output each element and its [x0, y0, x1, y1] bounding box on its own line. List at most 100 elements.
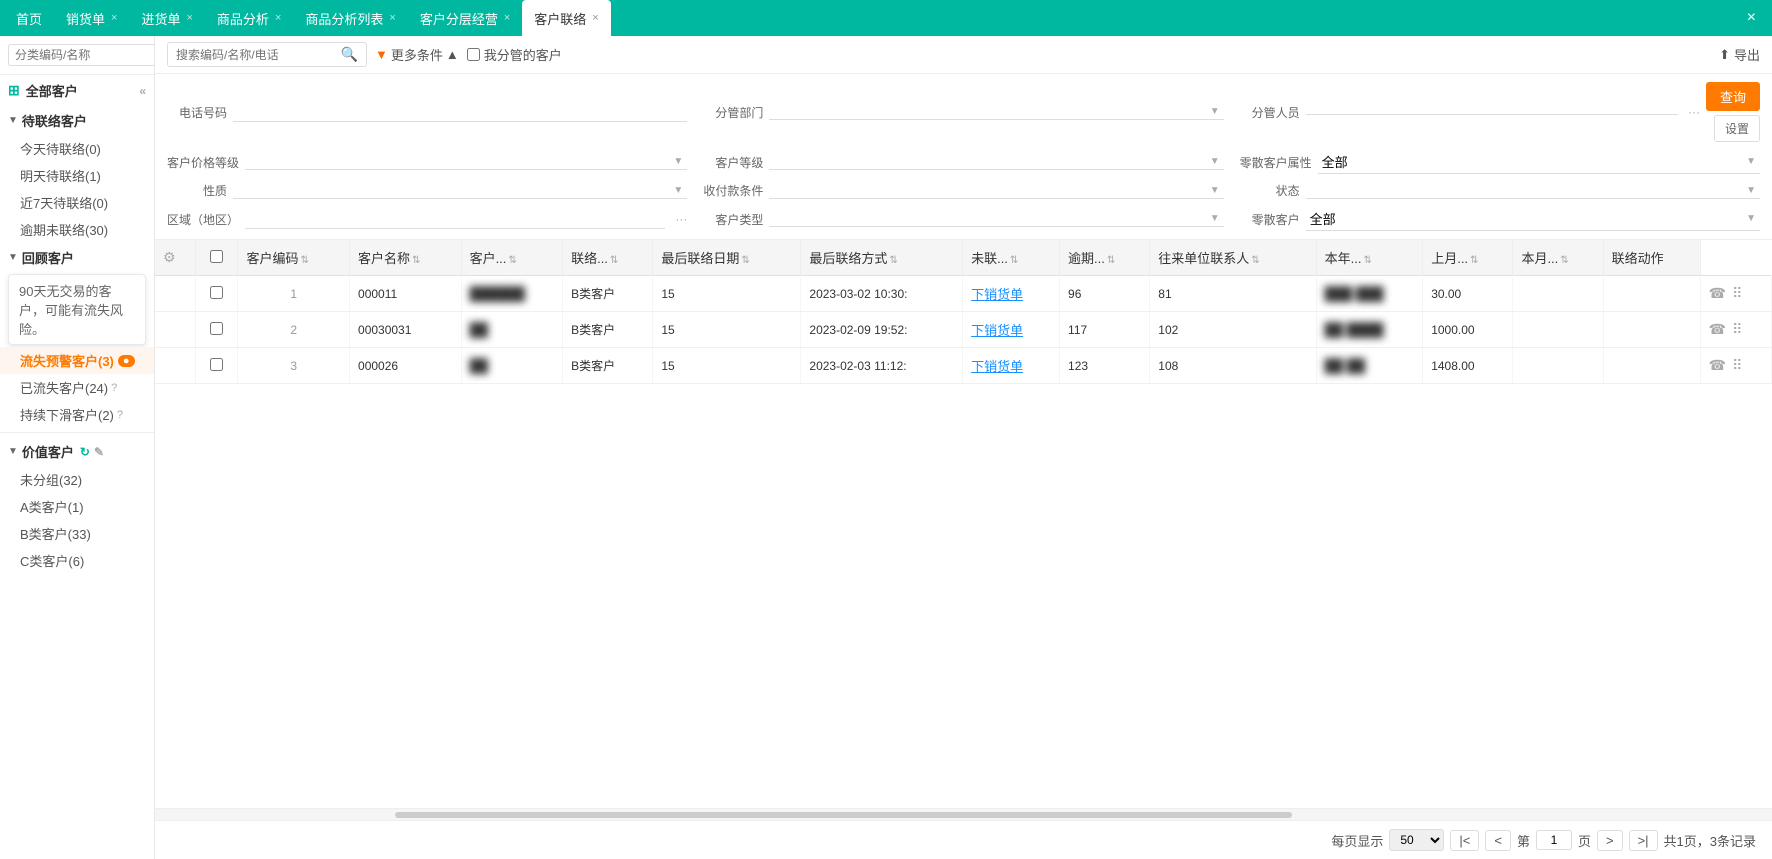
cell-last-month — [1513, 276, 1603, 312]
sidebar-item-churn-risk[interactable]: 流失预警客户(3) ● — [0, 347, 154, 374]
sidebar-item-downgrade[interactable]: 持续下滑客户(2) ? — [0, 401, 154, 428]
tab-analysis-list-close[interactable]: × — [389, 12, 395, 24]
filter-search-btn[interactable]: 🔍 — [341, 46, 358, 63]
tab-analysis[interactable]: 商品分析 × — [205, 0, 293, 36]
col-overdue[interactable]: 逾期...⇅ — [1060, 240, 1150, 276]
last-method-link[interactable]: 下销货单 — [971, 323, 1023, 338]
sidebar-section-churn[interactable]: ▼ 回顾客户 — [0, 243, 154, 272]
tab-customer-contact[interactable]: 客户联络 × — [522, 0, 610, 36]
col-contacts[interactable]: 联络...⇅ — [563, 240, 653, 276]
action-contact-icon[interactable]: ☎ — [1709, 285, 1726, 302]
collapse-sidebar-btn[interactable]: « — [139, 84, 146, 98]
tab-purchase-close[interactable]: × — [186, 12, 192, 24]
cell-category: B类客户 — [563, 312, 653, 348]
export-btn[interactable]: ⬆ 导出 — [1719, 45, 1760, 64]
sidebar-item-unsorted[interactable]: 未分组(32) — [0, 466, 154, 493]
select-all-checkbox[interactable] — [210, 250, 223, 263]
cell-last-method[interactable]: 下销货单 — [963, 276, 1060, 312]
filter-select-type[interactable]: ▼ — [769, 211, 1223, 227]
value-edit-icon[interactable]: ✎ — [94, 445, 104, 459]
sidebar-item-today[interactable]: 今天待联络(0) — [0, 135, 154, 162]
tab-sales[interactable]: 销货单 × — [54, 0, 129, 36]
sidebar-section-value[interactable]: ▼ 价值客户 ↻ ✎ — [0, 437, 154, 466]
col-last-method[interactable]: 最后联络方式⇅ — [801, 240, 963, 276]
filter-input-phone[interactable] — [233, 103, 687, 122]
col-code[interactable]: 客户编码⇅ — [238, 240, 350, 276]
tab-purchase[interactable]: 进货单 × — [129, 0, 204, 36]
query-btn[interactable]: 查询 — [1706, 82, 1760, 111]
page-size-select[interactable]: 50 100 200 — [1389, 829, 1444, 851]
row-checkbox[interactable] — [210, 286, 223, 299]
action-more-icon[interactable]: ⠿ — [1732, 321, 1742, 338]
filter-select-price-level[interactable]: ▼ — [245, 154, 687, 170]
col-category[interactable]: 客户...⇅ — [461, 240, 563, 276]
cell-last-method[interactable]: 下销货单 — [963, 348, 1060, 384]
row-checkbox[interactable] — [210, 358, 223, 371]
filter-search-input[interactable] — [176, 48, 341, 62]
tab-analysis-close[interactable]: × — [275, 12, 281, 24]
tab-sales-close[interactable]: × — [111, 12, 117, 24]
sidebar-item-a-class[interactable]: A类客户(1) — [0, 493, 154, 520]
cell-last-method[interactable]: 下销货单 — [963, 312, 1060, 348]
cell-last-month — [1513, 348, 1603, 384]
tab-customer-tier-close[interactable]: × — [504, 12, 510, 24]
col-last-month[interactable]: 上月...⇅ — [1423, 240, 1513, 276]
tab-home[interactable]: 首页 — [4, 0, 54, 36]
tab-customer-contact-close[interactable]: × — [592, 12, 598, 24]
filter-select-retail[interactable]: 全部 ▼ — [1306, 207, 1760, 231]
value-refresh-icon[interactable]: ↻ — [80, 445, 90, 459]
settings-btn[interactable]: 设置 — [1714, 115, 1760, 142]
last-method-link[interactable]: 下销货单 — [971, 287, 1023, 302]
action-more-icon[interactable]: ⠿ — [1732, 357, 1742, 374]
sidebar-item-tomorrow[interactable]: 明天待联络(1) — [0, 162, 154, 189]
col-this-month[interactable]: 本月...⇅ — [1513, 240, 1603, 276]
sidebar-item-b-class[interactable]: B类客户(33) — [0, 520, 154, 547]
col-checkbox[interactable] — [196, 240, 238, 276]
tab-customer-tier[interactable]: 客户分层经营 × — [408, 0, 522, 36]
last-page-btn[interactable]: >| — [1629, 830, 1658, 851]
horizontal-scrollbar[interactable] — [155, 808, 1772, 820]
cell-checkbox[interactable] — [196, 312, 238, 348]
sidebar-item-lost[interactable]: 已流失客户(24) ? — [0, 374, 154, 401]
filter-region-more[interactable]: ··· — [675, 212, 687, 226]
col-gear[interactable]: ⚙ — [155, 240, 196, 276]
sidebar-item-overdue[interactable]: 逾期未联络(30) — [0, 216, 154, 243]
col-name[interactable]: 客户名称⇅ — [350, 240, 462, 276]
row-checkbox[interactable] — [210, 322, 223, 335]
col-this-year[interactable]: 本年...⇅ — [1316, 240, 1423, 276]
filter-input-region[interactable] — [245, 210, 665, 229]
more-conditions-btn[interactable]: ▼ 更多条件 ▲ — [375, 45, 459, 64]
filter-select-retail-attr[interactable]: 全部 ▼ — [1318, 150, 1760, 174]
cell-checkbox[interactable] — [196, 348, 238, 384]
my-customers-checkbox-wrap[interactable]: 我分管的客户 — [467, 45, 562, 64]
filter-select-customer-level[interactable]: ▼ — [769, 154, 1223, 170]
col-unit-contact[interactable]: 往来单位联系人⇅ — [1150, 240, 1316, 276]
prev-page-btn[interactable]: < — [1485, 830, 1511, 851]
all-customers-row[interactable]: ⊞ 全部客户 « — [0, 75, 154, 106]
first-page-btn[interactable]: |< — [1450, 830, 1479, 851]
tab-analysis-list[interactable]: 商品分析列表 × — [293, 0, 407, 36]
action-contact-icon[interactable]: ☎ — [1709, 321, 1726, 338]
filter-select-person[interactable] — [1306, 110, 1678, 115]
filter-select-payment[interactable]: ▼ — [769, 183, 1223, 199]
page-label-go: 第 — [1517, 831, 1530, 850]
filter-select-dept[interactable]: ▼ — [769, 104, 1223, 120]
filter-person-more[interactable]: ··· — [1688, 105, 1700, 119]
sidebar-item-7days[interactable]: 近7天待联络(0) — [0, 189, 154, 216]
action-more-icon[interactable]: ⠿ — [1732, 285, 1742, 302]
cell-checkbox[interactable] — [196, 276, 238, 312]
filter-select-status[interactable]: ▼ — [1306, 183, 1760, 199]
page-input[interactable] — [1536, 830, 1572, 850]
sidebar-search-input[interactable] — [8, 44, 155, 66]
filter-select-nature[interactable]: ▼ — [233, 183, 687, 199]
window-close-button[interactable]: × — [1735, 9, 1768, 27]
sidebar-item-c-class[interactable]: C类客户(6) — [0, 547, 154, 574]
table-gear-icon[interactable]: ⚙ — [163, 249, 176, 265]
col-last-date[interactable]: 最后联络日期⇅ — [653, 240, 801, 276]
action-contact-icon[interactable]: ☎ — [1709, 357, 1726, 374]
sidebar-section-pending[interactable]: ▼ 待联络客户 — [0, 106, 154, 135]
my-customers-checkbox[interactable] — [467, 48, 480, 61]
last-method-link[interactable]: 下销货单 — [971, 359, 1023, 374]
col-not-contacted[interactable]: 未联...⇅ — [963, 240, 1060, 276]
next-page-btn[interactable]: > — [1597, 830, 1623, 851]
